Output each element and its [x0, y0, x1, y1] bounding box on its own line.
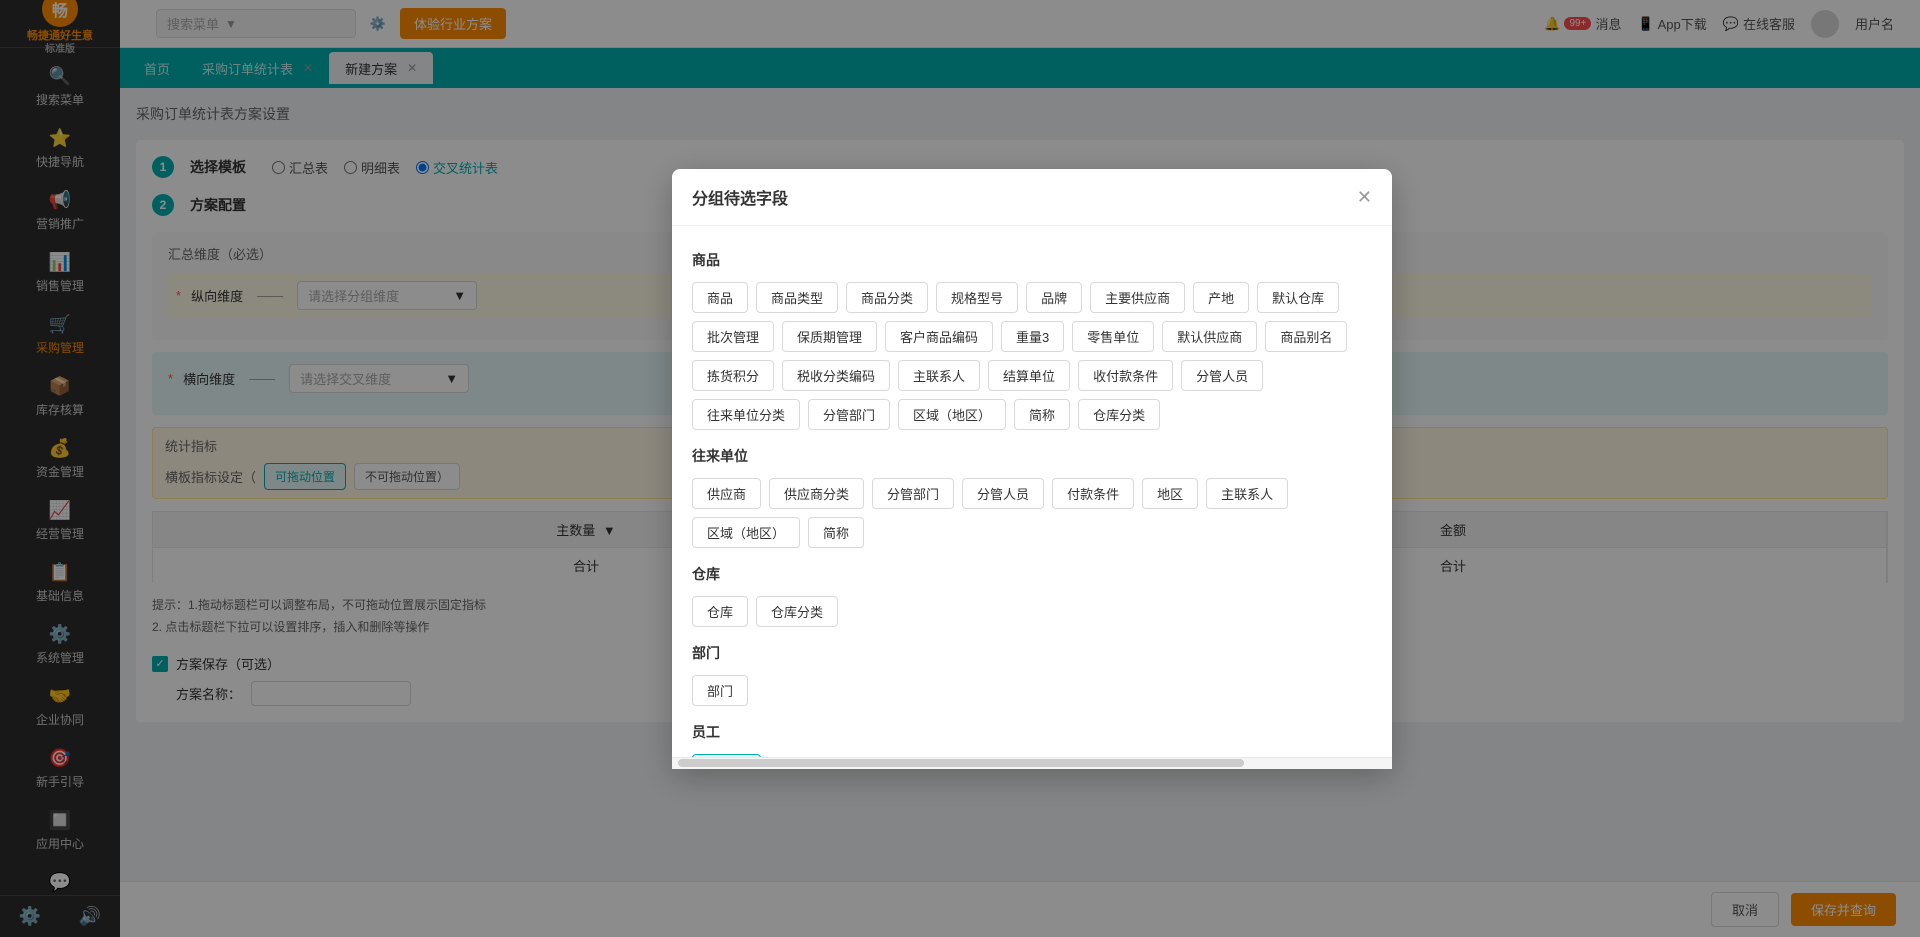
field-tag[interactable]: 简称: [1014, 399, 1070, 430]
hscroll-thumb[interactable]: [678, 759, 1244, 767]
field-tag[interactable]: 商品分类: [846, 282, 928, 313]
field-tag[interactable]: 地区: [1142, 478, 1198, 509]
field-tag[interactable]: 品牌: [1026, 282, 1082, 313]
field-tags-商品: 商品商品类型商品分类规格型号品牌主要供应商产地默认仓库批次管理保质期管理客户商品…: [692, 282, 1372, 430]
field-tag[interactable]: 收付款条件: [1078, 360, 1173, 391]
field-tag[interactable]: 付款条件: [1052, 478, 1134, 509]
field-tag[interactable]: 默认仓库: [1257, 282, 1339, 313]
field-tag[interactable]: 往来单位分类: [692, 399, 800, 430]
field-tag[interactable]: 产地: [1193, 282, 1249, 313]
field-tag[interactable]: 重量3: [1001, 321, 1064, 352]
field-tag[interactable]: 客户商品编码: [885, 321, 993, 352]
field-tag[interactable]: 区域（地区）: [692, 517, 800, 548]
section-title-部门: 部门: [692, 643, 1372, 663]
dialog-header: 分组待选字段 ✕: [672, 169, 1392, 226]
field-tag[interactable]: 供应商: [692, 478, 761, 509]
field-tag[interactable]: 分管人员: [962, 478, 1044, 509]
dialog-hscroll[interactable]: [672, 757, 1392, 768]
field-tag[interactable]: 规格型号: [936, 282, 1018, 313]
section-title-商品: 商品: [692, 250, 1372, 270]
field-tags-部门: 部门: [692, 675, 1372, 706]
dialog-body[interactable]: 商品商品商品类型商品分类规格型号品牌主要供应商产地默认仓库批次管理保质期管理客户…: [672, 226, 1392, 758]
field-tag[interactable]: 部门: [692, 675, 748, 706]
field-select-dialog: 分组待选字段 ✕ 商品商品商品类型商品分类规格型号品牌主要供应商产地默认仓库批次…: [672, 169, 1392, 769]
field-tag[interactable]: 分管部门: [872, 478, 954, 509]
field-tag[interactable]: 分管部门: [808, 399, 890, 430]
field-tag[interactable]: 商品别名: [1265, 321, 1347, 352]
field-tags-往来单位: 供应商供应商分类分管部门分管人员付款条件地区主联系人区域（地区） 简称: [692, 478, 1372, 548]
field-tag[interactable]: 仓库分类: [756, 596, 838, 627]
field-tag[interactable]: 批次管理: [692, 321, 774, 352]
field-tag[interactable]: 保质期管理: [782, 321, 877, 352]
section-title-往来单位: 往来单位: [692, 446, 1372, 466]
field-tags-仓库: 仓库仓库分类: [692, 596, 1372, 627]
dialog-title: 分组待选字段: [692, 185, 788, 209]
field-tag[interactable]: 默认供应商: [1162, 321, 1257, 352]
field-tag[interactable]: 零售单位: [1072, 321, 1154, 352]
field-tag[interactable]: 简称: [808, 517, 864, 548]
field-tag[interactable]: 结算单位: [988, 360, 1070, 391]
section-title-仓库: 仓库: [692, 564, 1372, 584]
field-tag[interactable]: 区域（地区）: [898, 399, 1006, 430]
section-title-员工: 员工: [692, 722, 1372, 742]
field-tag[interactable]: 分管人员: [1181, 360, 1263, 391]
field-tag[interactable]: 仓库: [692, 596, 748, 627]
field-tag[interactable]: 商品: [692, 282, 748, 313]
field-tag[interactable]: 主联系人: [1206, 478, 1288, 509]
dialog-close-button[interactable]: ✕: [1357, 188, 1372, 206]
field-tag[interactable]: 税收分类编码: [782, 360, 890, 391]
field-tag[interactable]: 供应商分类: [769, 478, 864, 509]
field-tag[interactable]: 主要供应商: [1090, 282, 1185, 313]
field-tag[interactable]: 拣货积分: [692, 360, 774, 391]
field-tag[interactable]: 主联系人: [898, 360, 980, 391]
field-tag[interactable]: 仓库分类: [1078, 399, 1160, 430]
field-tag[interactable]: 商品类型: [756, 282, 838, 313]
